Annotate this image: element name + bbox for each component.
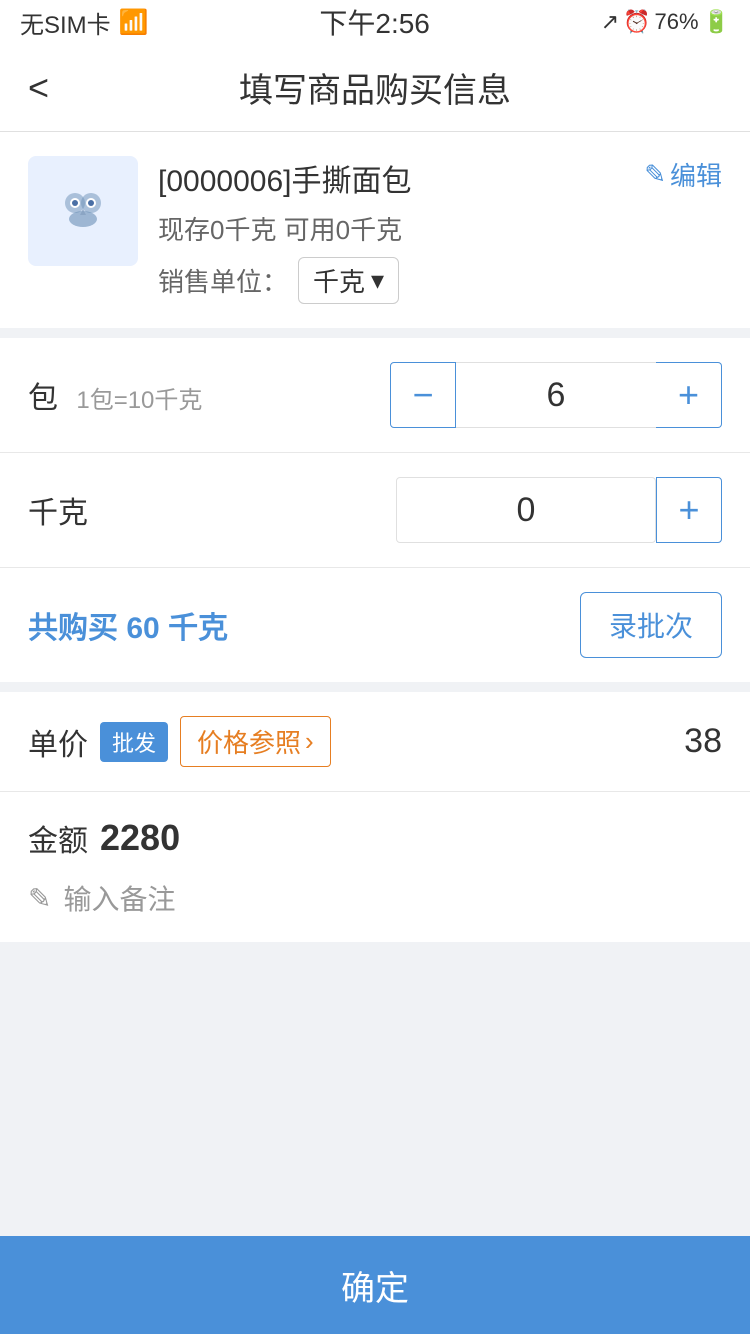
spacer xyxy=(0,942,750,1282)
bag-quantity-input[interactable] xyxy=(456,362,656,428)
battery-icon: 🔋 xyxy=(703,9,730,35)
product-image xyxy=(28,156,138,266)
product-name: [0000006]手撕面包 xyxy=(158,156,624,200)
product-info: [0000006]手撕面包 现存0千克 可用0千克 销售单位： 千克 ▾ xyxy=(158,156,624,304)
price-ref-label: 价格参照 xyxy=(197,723,301,760)
price-ref-arrow-icon: › xyxy=(305,726,314,757)
unit-value: 千克 xyxy=(313,262,365,299)
quantity-section: 包 1包=10千克 − + 千克 + xyxy=(0,338,750,568)
status-right: ↗ ⏰ 76% 🔋 xyxy=(601,9,730,35)
status-time: 下午2:56 xyxy=(319,2,430,42)
bag-hint: 1包=10千克 xyxy=(76,387,202,414)
amount-value: 2280 xyxy=(100,817,180,859)
alarm-icon: ⏰ xyxy=(623,9,650,35)
wifi-icon: 📶 xyxy=(119,8,149,37)
bag-plus-button[interactable]: + xyxy=(656,362,722,428)
bag-label: 包 1包=10千克 xyxy=(28,373,390,417)
bag-minus-button[interactable]: − xyxy=(390,362,456,428)
product-unit: 销售单位： 千克 ▾ xyxy=(158,257,624,304)
edit-label: 编辑 xyxy=(670,156,722,193)
confirm-bar[interactable]: 确定 xyxy=(0,1236,750,1334)
unit-selector[interactable]: 千克 ▾ xyxy=(298,257,399,304)
batch-button[interactable]: 录批次 xyxy=(580,592,722,658)
product-section: [0000006]手撕面包 现存0千克 可用0千克 销售单位： 千克 ▾ ✎ 编… xyxy=(0,132,750,338)
total-prefix: 共购买 xyxy=(28,612,118,645)
kg-quantity-input[interactable] xyxy=(396,477,656,543)
kg-quantity-controls: + xyxy=(396,477,722,543)
unit-label: 销售单位： xyxy=(158,262,288,299)
amount-section: 金额 2280 ✎ 输入备注 xyxy=(0,792,750,942)
carrier-label: 无SIM卡 xyxy=(20,5,111,40)
price-left: 单价 批发 价格参照 › xyxy=(28,716,331,767)
status-left: 无SIM卡 📶 xyxy=(20,5,149,40)
price-section: 单价 批发 价格参照 › 38 xyxy=(0,692,750,792)
remark-row[interactable]: ✎ 输入备注 xyxy=(28,878,722,918)
kg-plus-button[interactable]: + xyxy=(656,477,722,543)
edit-button[interactable]: ✎ 编辑 xyxy=(644,156,722,193)
location-icon: ↗ xyxy=(601,9,619,35)
back-button[interactable]: < xyxy=(28,67,49,109)
total-row: 共购买 60 千克 录批次 xyxy=(0,568,750,692)
nav-bar: < 填写商品购买信息 xyxy=(0,44,750,132)
status-bar: 无SIM卡 📶 下午2:56 ↗ ⏰ 76% 🔋 xyxy=(0,0,750,44)
bag-quantity-controls: − + xyxy=(390,362,722,428)
price-value: 38 xyxy=(684,722,722,761)
pencil-icon: ✎ xyxy=(28,882,51,915)
total-amount: 60 xyxy=(126,612,159,645)
price-label: 单价 xyxy=(28,720,88,764)
edit-icon: ✎ xyxy=(644,159,666,190)
kg-label: 千克 xyxy=(28,488,396,532)
total-text: 共购买 60 千克 xyxy=(28,603,228,647)
amount-row: 金额 2280 xyxy=(28,816,722,860)
amount-label: 金额 xyxy=(28,816,88,860)
quantity-row-bag: 包 1包=10千克 − + xyxy=(0,338,750,453)
price-tag-wholesale: 批发 xyxy=(100,722,168,762)
remark-text: 输入备注 xyxy=(63,878,175,918)
battery-label: 76% xyxy=(655,9,699,35)
confirm-button[interactable]: 确定 xyxy=(341,1261,409,1310)
page-title: 填写商品购买信息 xyxy=(239,63,511,112)
unit-arrow-icon: ▾ xyxy=(371,265,384,296)
total-unit: 千克 xyxy=(168,612,228,645)
price-reference-button[interactable]: 价格参照 › xyxy=(180,716,331,767)
product-stock: 现存0千克 可用0千克 xyxy=(158,210,624,247)
quantity-row-kg: 千克 + xyxy=(0,453,750,568)
